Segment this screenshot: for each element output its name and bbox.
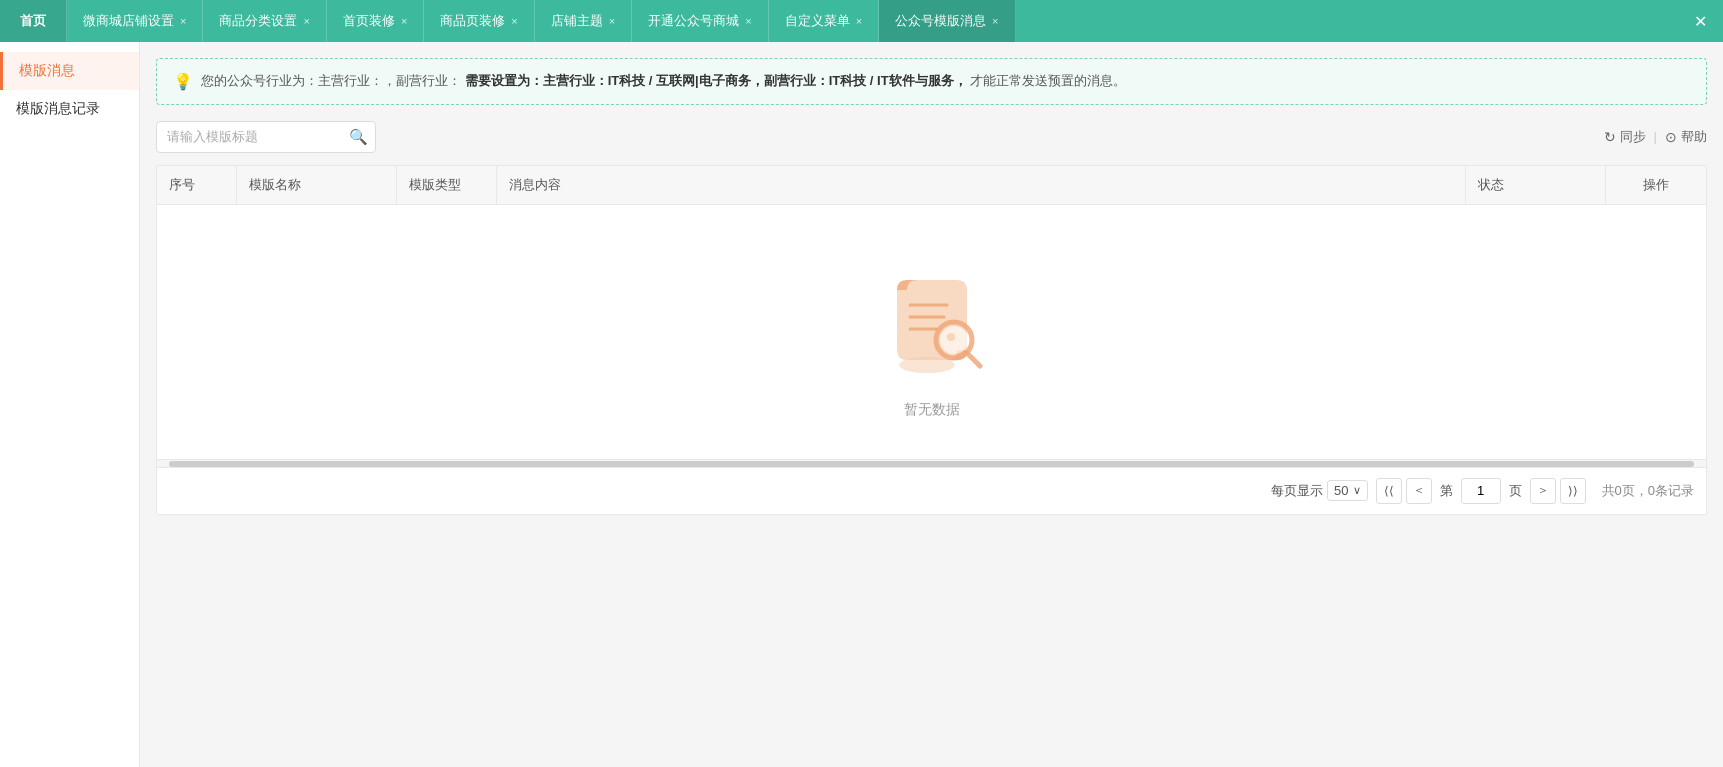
next-page-button[interactable]: ＞ [1530,478,1556,504]
search-button[interactable]: 🔍 [349,128,368,146]
bulb-icon: 💡 [173,72,193,91]
table-header: 序号 模版名称 模版类型 消息内容 状态 操作 [157,166,1706,205]
sidebar-item-template-history-label: 模版消息记录 [16,100,100,116]
col-header-type: 模版类型 [397,166,497,204]
tab-product-decor-label: 商品页装修 [440,12,505,30]
main-layout: 模版消息 模版消息记录 💡 您的公众号行业为：主营行业：，副营行业： 需要设置为… [0,42,1723,767]
tab-custom-menu[interactable]: 自定义菜单 × [769,0,879,42]
tab-open-mall-label: 开通公众号商城 [648,12,739,30]
sidebar-item-template-history[interactable]: 模版消息记录 [0,90,139,128]
empty-text: 暂无数据 [904,401,960,419]
sidebar: 模版消息 模版消息记录 [0,42,140,767]
tab-wechat-shop[interactable]: 微商城店铺设置 × [67,0,203,42]
chevron-down-icon: ∨ [1353,484,1361,497]
tab-product-decor[interactable]: 商品页装修 × [424,0,534,42]
top-nav: 首页 微商城店铺设置 × 商品分类设置 × 首页装修 × 商品页装修 × 店铺主… [0,0,1723,42]
tab-shop-theme[interactable]: 店铺主题 × [535,0,632,42]
tab-home-decor-close[interactable]: × [401,15,407,27]
svg-point-7 [947,333,955,341]
svg-point-5 [940,326,968,354]
help-icon: ⊙ [1665,129,1677,145]
notice-suffix: 才能正常发送预置的消息。 [970,73,1126,88]
empty-icon [872,265,992,385]
scrollbar-thumb [169,461,1694,467]
tab-product-decor-close[interactable]: × [511,15,517,27]
page-size-value: 50 [1334,483,1348,498]
sidebar-item-template-msg-label: 模版消息 [19,62,75,78]
tab-open-mall[interactable]: 开通公众号商城 × [632,0,768,42]
col-header-index: 序号 [157,166,237,204]
col-header-content: 消息内容 [497,166,1466,204]
notice-text: 您的公众号行业为：主营行业：，副营行业： 需要设置为：主营行业：IT科技 / 互… [201,71,1126,92]
tab-home[interactable]: 首页 [0,0,67,42]
notice-prefix: 您的公众号行业为：主营行业：，副营行业： [201,73,461,88]
sidebar-item-template-msg[interactable]: 模版消息 [0,52,139,90]
content-area: 💡 您的公众号行业为：主营行业：，副营行业： 需要设置为：主营行业：IT科技 /… [140,42,1723,767]
tab-home-decor[interactable]: 首页装修 × [327,0,424,42]
tab-custom-menu-label: 自定义菜单 [785,12,850,30]
tab-home-label: 首页 [20,12,46,30]
col-header-name: 模版名称 [237,166,397,204]
notice-highlight: 需要设置为：主营行业：IT科技 / 互联网|电子商务，副营行业：IT科技 / I… [465,73,967,88]
tab-category-label: 商品分类设置 [219,12,297,30]
help-button[interactable]: ⊙ 帮助 [1665,128,1707,146]
tab-wechat-shop-close[interactable]: × [180,15,186,27]
page-size-dropdown[interactable]: 50 ∨ [1327,480,1367,501]
empty-state: 暂无数据 [157,205,1706,459]
help-label: 帮助 [1681,128,1707,146]
tab-wechat-shop-label: 微商城店铺设置 [83,12,174,30]
tab-shop-theme-close[interactable]: × [609,15,615,27]
page-number-input[interactable] [1461,478,1501,504]
search-input[interactable] [156,121,376,153]
sync-label: 同步 [1620,128,1646,146]
first-page-button[interactable]: ⟨⟨ [1376,478,1402,504]
toolbar-divider: | [1654,129,1657,144]
tab-category[interactable]: 商品分类设置 × [203,0,326,42]
toolbar: 🔍 ↻ 同步 | ⊙ 帮助 [156,121,1707,153]
svg-line-6 [967,353,980,366]
col-header-action: 操作 [1606,166,1706,204]
search-wrap: 🔍 [156,121,376,153]
tab-shop-theme-label: 店铺主题 [551,12,603,30]
page-size-label: 每页显示 [1271,482,1323,500]
page-size-select: 每页显示 50 ∨ [1271,480,1367,501]
horizontal-scrollbar[interactable] [157,459,1706,467]
sync-button[interactable]: ↻ 同步 [1604,128,1646,146]
tab-custom-menu-close[interactable]: × [856,15,862,27]
tab-template-msg[interactable]: 公众号模版消息 × [879,0,1015,42]
page-navigation: ⟨⟨ ＜ 第 页 ＞ ⟩⟩ [1376,478,1586,504]
tab-category-close[interactable]: × [303,15,309,27]
page-prefix: 第 [1440,482,1453,500]
prev-page-button[interactable]: ＜ [1406,478,1432,504]
sync-icon: ↻ [1604,129,1616,145]
tab-template-msg-label: 公众号模版消息 [895,12,986,30]
total-info: 共0页，0条记录 [1602,482,1694,500]
tab-template-msg-close[interactable]: × [992,15,998,27]
tab-home-decor-label: 首页装修 [343,12,395,30]
col-header-status: 状态 [1466,166,1606,204]
page-suffix: 页 [1509,482,1522,500]
notice-box: 💡 您的公众号行业为：主营行业：，副营行业： 需要设置为：主营行业：IT科技 /… [156,58,1707,105]
global-close-button[interactable]: ✕ [1678,0,1723,42]
pagination: 每页显示 50 ∨ ⟨⟨ ＜ 第 页 ＞ ⟩⟩ 共0页，0条记录 [157,467,1706,514]
tab-open-mall-close[interactable]: × [745,15,751,27]
data-table: 序号 模版名称 模版类型 消息内容 状态 操作 [156,165,1707,515]
last-page-button[interactable]: ⟩⟩ [1560,478,1586,504]
toolbar-right: ↻ 同步 | ⊙ 帮助 [1604,128,1707,146]
